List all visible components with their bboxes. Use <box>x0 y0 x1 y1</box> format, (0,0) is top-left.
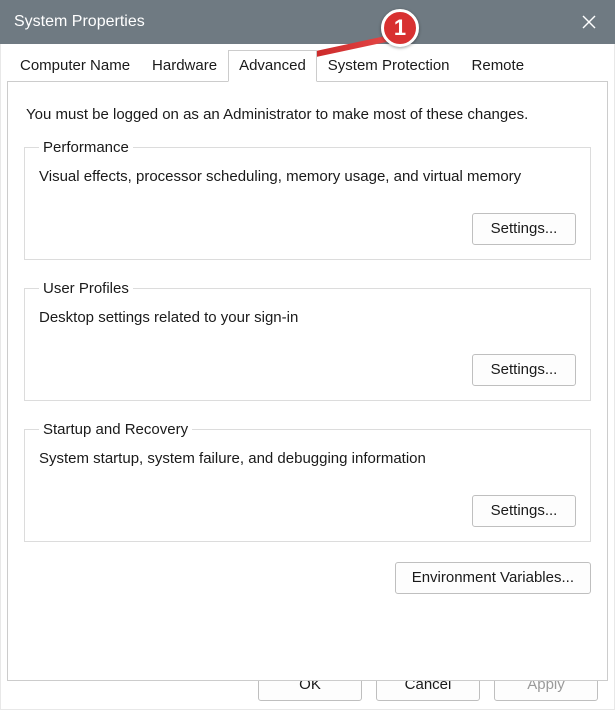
tab-strip: Computer Name Hardware Advanced System P… <box>7 50 608 82</box>
startup-recovery-settings-button[interactable]: Settings... <box>472 495 576 527</box>
environment-variables-button[interactable]: Environment Variables... <box>395 562 591 594</box>
performance-settings-button[interactable]: Settings... <box>472 213 576 245</box>
group-performance-legend: Performance <box>39 139 133 156</box>
group-user-profiles-legend: User Profiles <box>39 280 133 297</box>
admin-notice: You must be logged on as an Administrato… <box>26 106 591 123</box>
tab-computer-name[interactable]: Computer Name <box>9 50 141 82</box>
user-profiles-settings-button[interactable]: Settings... <box>472 354 576 386</box>
close-button[interactable] <box>563 0 615 44</box>
group-startup-recovery-legend: Startup and Recovery <box>39 421 192 438</box>
tab-advanced[interactable]: Advanced <box>228 50 317 82</box>
close-icon <box>582 15 596 29</box>
group-startup-recovery: Startup and Recovery System startup, sys… <box>24 421 591 542</box>
tab-panel-advanced: You must be logged on as an Administrato… <box>7 81 608 681</box>
tab-remote[interactable]: Remote <box>461 50 536 82</box>
group-performance: Performance Visual effects, processor sc… <box>24 139 591 260</box>
group-performance-desc: Visual effects, processor scheduling, me… <box>39 168 576 185</box>
titlebar: System Properties <box>0 0 615 44</box>
group-startup-recovery-desc: System startup, system failure, and debu… <box>39 450 576 467</box>
tab-system-protection[interactable]: System Protection <box>317 50 461 82</box>
tab-hardware[interactable]: Hardware <box>141 50 228 82</box>
client-area: Computer Name Hardware Advanced System P… <box>0 44 615 710</box>
group-user-profiles: User Profiles Desktop settings related t… <box>24 280 591 401</box>
group-user-profiles-desc: Desktop settings related to your sign-in <box>39 309 576 326</box>
window-title: System Properties <box>14 13 145 31</box>
